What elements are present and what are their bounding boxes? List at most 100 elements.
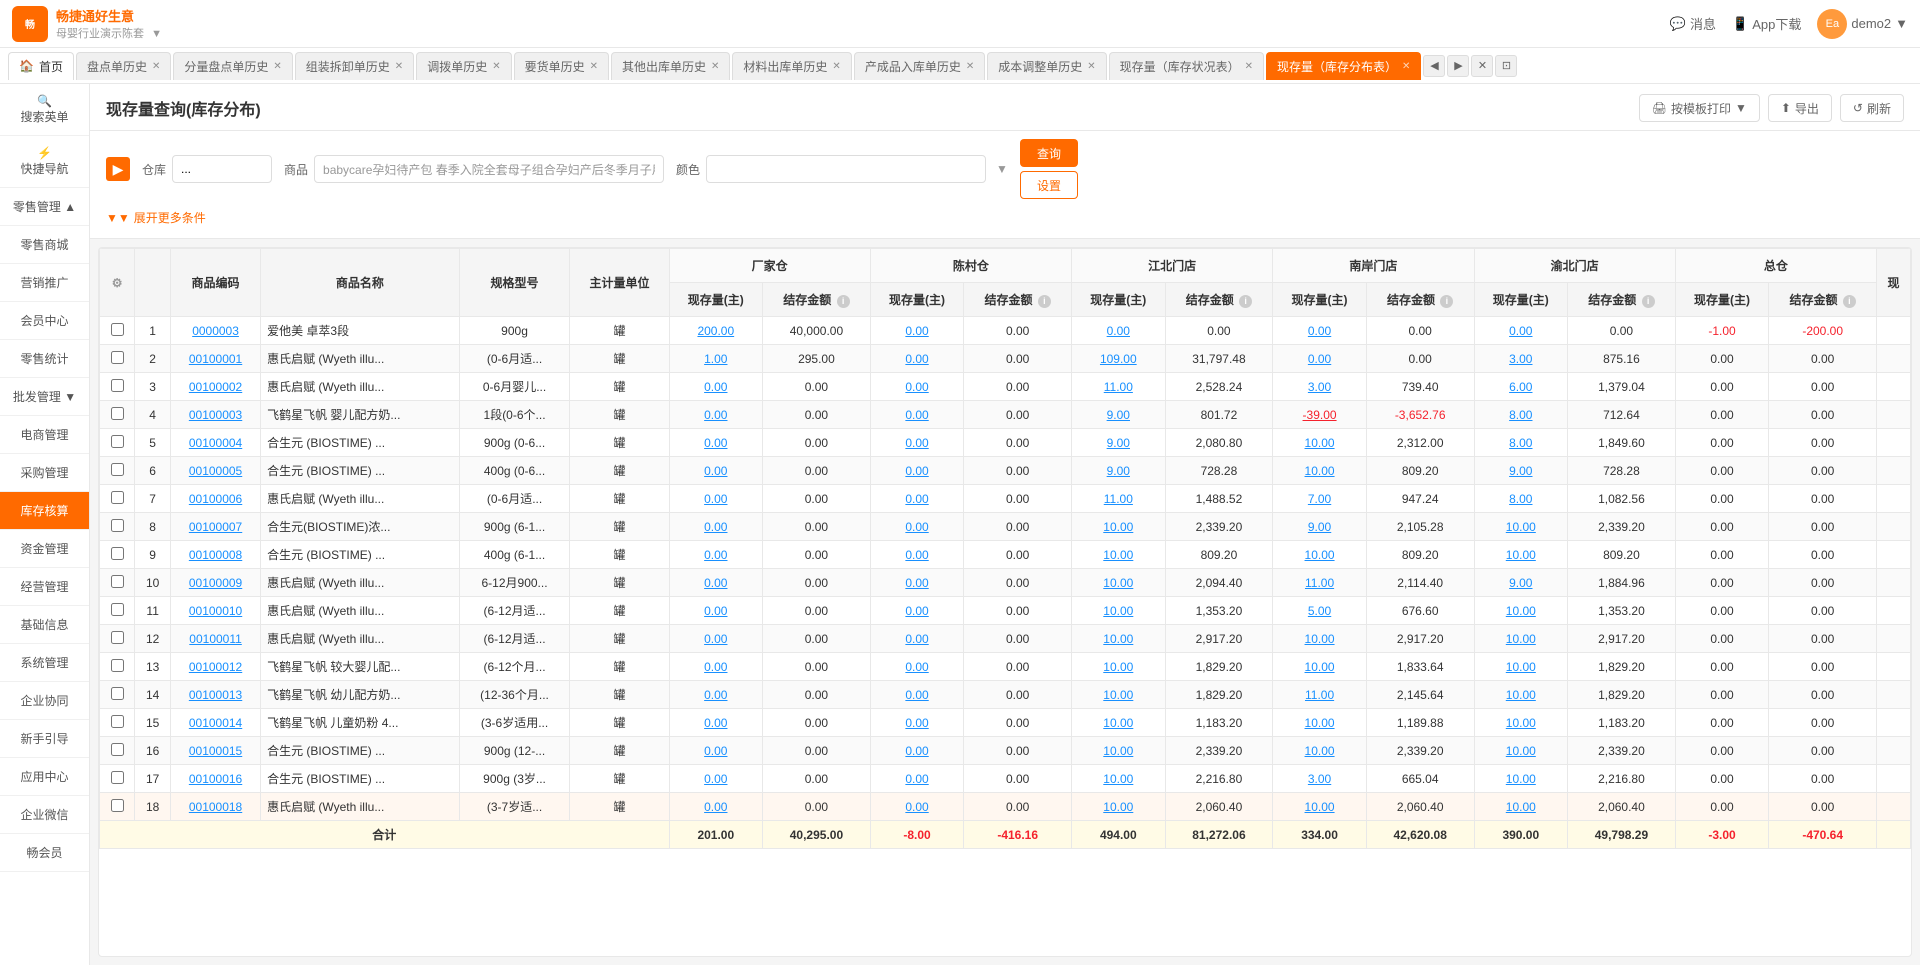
sidebar-item-apps[interactable]: 应用中心 [0, 758, 89, 796]
row-t-qty: 0.00 [1675, 485, 1769, 513]
tab-zuzhuang[interactable]: 组装拆卸单历史 ✕ [295, 52, 414, 80]
sidebar-item-guide[interactable]: 新手引导 [0, 720, 89, 758]
sidebar-item-system[interactable]: 系统管理 [0, 644, 89, 682]
sidebar-item-finance[interactable]: 资金管理 [0, 530, 89, 568]
expand-conditions-btn[interactable]: ▼▼ 展开更多条件 [106, 205, 1904, 230]
row-checkbox[interactable] [100, 457, 135, 485]
row-code: 00100010 [171, 597, 261, 625]
sidebar-item-collab[interactable]: 企业协同 [0, 682, 89, 720]
row-checkbox[interactable] [100, 401, 135, 429]
close-icon[interactable]: ✕ [1245, 61, 1253, 72]
info-icon[interactable]: i [1239, 295, 1252, 308]
close-icon[interactable]: ✕ [966, 61, 974, 72]
row-c5-amt: 1,082.56 [1568, 485, 1676, 513]
row-checkbox[interactable] [100, 429, 135, 457]
row-checkbox[interactable] [100, 737, 135, 765]
close-icon[interactable]: ✕ [273, 61, 281, 72]
info-icon[interactable]: i [1843, 295, 1856, 308]
row-checkbox[interactable] [100, 597, 135, 625]
row-unit: 罐 [570, 457, 669, 485]
row-checkbox[interactable] [100, 625, 135, 653]
sidebar-item-member[interactable]: 会员中心 [0, 302, 89, 340]
sidebar-item-wholesale[interactable]: 批发管理 ▼ [0, 378, 89, 416]
row-checkbox[interactable] [100, 541, 135, 569]
info-icon[interactable]: i [1038, 295, 1051, 308]
col-code: 商品编码 [171, 249, 261, 317]
user-menu[interactable]: Ea demo2 ▼ [1817, 9, 1908, 39]
row-checkbox[interactable] [100, 513, 135, 541]
close-icon[interactable]: ✕ [590, 61, 598, 72]
close-icon[interactable]: ✕ [152, 61, 160, 72]
row-checkbox[interactable] [100, 653, 135, 681]
tab-next-btn[interactable]: ▶ [1447, 55, 1469, 77]
sidebar-item-nav[interactable]: ⚡ 快捷导航 [0, 136, 89, 188]
row-checkbox[interactable] [100, 485, 135, 513]
tab-qitachuku[interactable]: 其他出库单历史 ✕ [611, 52, 730, 80]
message-btn[interactable]: 💬 消息 [1670, 14, 1716, 33]
tab-xiancunliang-status[interactable]: 现存量（库存状况表） ✕ [1109, 52, 1264, 80]
close-icon[interactable]: ✕ [492, 61, 500, 72]
refresh-icon: ↺ [1853, 101, 1863, 115]
close-icon[interactable]: ✕ [1402, 61, 1410, 72]
row-name: 惠氏启赋 (Wyeth illu... [261, 569, 460, 597]
sidebar-item-purchase[interactable]: 采购管理 [0, 454, 89, 492]
row-checkbox[interactable] [100, 317, 135, 345]
close-icon[interactable]: ✕ [832, 61, 840, 72]
settings-btn[interactable]: 设置 [1020, 171, 1078, 199]
sidebar-item-member2[interactable]: 畅会员 [0, 834, 89, 872]
sidebar-item-retail-mall[interactable]: 零售商城 [0, 226, 89, 264]
row-unit: 罐 [570, 345, 669, 373]
sidebar-item-search[interactable]: 🔍 搜索英单 [0, 84, 89, 136]
row-checkbox[interactable] [100, 793, 135, 821]
app-download-btn[interactable]: 📱 App下载 [1732, 14, 1801, 33]
row-checkbox[interactable] [100, 373, 135, 401]
tab-home[interactable]: 🏠 首页 [8, 52, 74, 80]
tab-close-all-btn[interactable]: ✕ [1471, 55, 1493, 77]
tab-diaobo[interactable]: 调拨单历史 ✕ [416, 52, 511, 80]
row-checkbox[interactable] [100, 569, 135, 597]
info-icon[interactable]: i [1440, 295, 1453, 308]
row-c5-amt: 0.00 [1568, 317, 1676, 345]
tab-prev-btn[interactable]: ◀ [1423, 55, 1445, 77]
tab-pandian[interactable]: 盘点单历史 ✕ [76, 52, 171, 80]
sidebar-item-ecommerce[interactable]: 电商管理 [0, 416, 89, 454]
close-icon[interactable]: ✕ [1087, 61, 1095, 72]
row-c5-qty: 10.00 [1474, 709, 1568, 737]
sidebar-item-basic[interactable]: 基础信息 [0, 606, 89, 644]
warehouse-input[interactable] [172, 155, 272, 183]
close-icon[interactable]: ✕ [395, 61, 403, 72]
sidebar-item-inventory[interactable]: 库存核算 [0, 492, 89, 530]
row-checkbox[interactable] [100, 709, 135, 737]
info-icon[interactable]: i [1642, 295, 1655, 308]
print-btn[interactable]: 🖨 按模板打印 ▼ [1639, 94, 1760, 122]
tab-liaochuku[interactable]: 材料出库单历史 ✕ [732, 52, 851, 80]
tab-chengpinruku[interactable]: 产成品入库单历史 ✕ [854, 52, 985, 80]
goods-input[interactable] [314, 155, 664, 183]
row-c3-amt: 2,917.20 [1165, 625, 1273, 653]
row-checkbox[interactable] [100, 345, 135, 373]
row-name: 惠氏启赋 (Wyeth illu... [261, 485, 460, 513]
color-input[interactable] [706, 155, 986, 183]
row-checkbox[interactable] [100, 765, 135, 793]
export-btn[interactable]: ⬆ 导出 [1768, 94, 1832, 122]
col-gear[interactable]: ⚙ [100, 249, 135, 317]
sidebar-item-retail-stats[interactable]: 零售统计 [0, 340, 89, 378]
tab-yaohuo[interactable]: 要货单历史 ✕ [514, 52, 609, 80]
sidebar-item-marketing[interactable]: 营销推广 [0, 264, 89, 302]
info-icon[interactable]: i [837, 295, 850, 308]
row-extra [1877, 457, 1911, 485]
tab-fenliang[interactable]: 分量盘点单历史 ✕ [173, 52, 292, 80]
row-extra [1877, 569, 1911, 597]
sidebar-item-wechat[interactable]: 企业微信 [0, 796, 89, 834]
search-expand-btn[interactable]: ▶ [106, 157, 130, 181]
export-icon: ⬆ [1781, 101, 1791, 115]
close-icon[interactable]: ✕ [711, 61, 719, 72]
tab-chenbenzhengzheng[interactable]: 成本调整单历史 ✕ [987, 52, 1106, 80]
query-btn[interactable]: 查询 [1020, 139, 1078, 167]
refresh-btn[interactable]: ↺ 刷新 [1840, 94, 1904, 122]
tab-expand-btn[interactable]: ⊡ [1495, 55, 1517, 77]
row-checkbox[interactable] [100, 681, 135, 709]
tab-xiancunliang-dist[interactable]: 现存量（库存分布表） ✕ [1266, 52, 1421, 80]
sidebar-item-retail-mgmt[interactable]: 零售管理 ▲ [0, 188, 89, 226]
sidebar-item-operation[interactable]: 经营管理 [0, 568, 89, 606]
